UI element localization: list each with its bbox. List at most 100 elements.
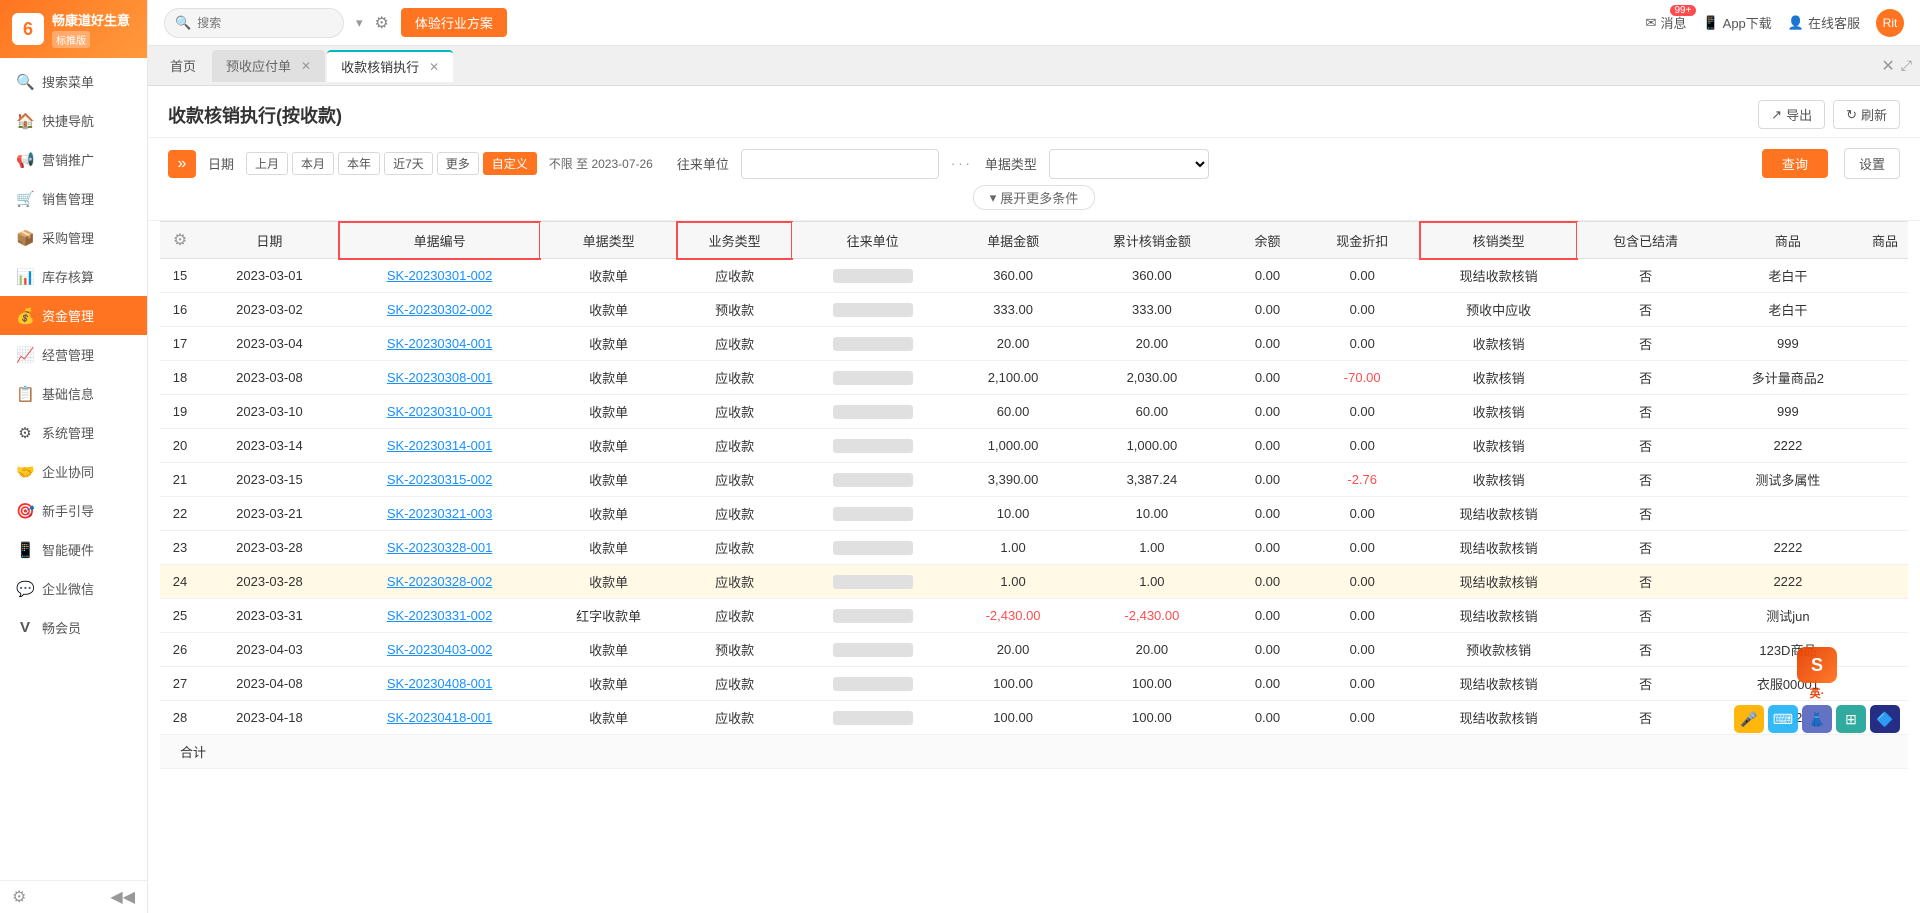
table-row: 16 2023-03-02 SK-20230302-002 收款单 预收款 33… bbox=[160, 293, 1908, 327]
cell-product1: 2222 bbox=[1714, 429, 1862, 463]
sidebar-actions: ⚙ ◀◀ bbox=[0, 880, 147, 913]
tab-collection-close-icon[interactable]: ✕ bbox=[429, 60, 439, 74]
sidebar-item-operations[interactable]: 📈 经营管理 bbox=[0, 335, 147, 374]
col-write-off-type-header[interactable]: 核销类型 bbox=[1420, 222, 1577, 259]
cell-written-off: 10.00 bbox=[1073, 497, 1230, 531]
sidebar-item-purchase[interactable]: 📦 采购管理 bbox=[0, 218, 147, 257]
col-written-off-header[interactable]: 累计核销金额 bbox=[1073, 222, 1230, 259]
cell-partner bbox=[792, 327, 953, 361]
cell-product1: 多计量商品2 bbox=[1714, 361, 1862, 395]
app-download-icon: 📱 bbox=[1702, 15, 1718, 31]
filter-this-month-btn[interactable]: 本月 bbox=[292, 152, 334, 175]
topbar-dropdown-arrow[interactable]: ▾ bbox=[356, 15, 363, 31]
sales-icon: 🛒 bbox=[16, 190, 34, 208]
sidebar-item-basic-info[interactable]: 📋 基础信息 bbox=[0, 374, 147, 413]
cell-product2 bbox=[1862, 565, 1908, 599]
col-bill-no-header[interactable]: 单据编号 bbox=[339, 222, 541, 259]
export-button[interactable]: ↗ 导出 bbox=[1758, 100, 1825, 129]
watermark-icon-shirt[interactable]: 👗 bbox=[1802, 705, 1832, 733]
industry-solution-button[interactable]: 体验行业方案 bbox=[401, 8, 507, 37]
col-bill-type-header[interactable]: 单据类型 bbox=[540, 222, 676, 259]
smart-hardware-icon: 📱 bbox=[16, 541, 34, 559]
col-amount-header[interactable]: 单据金额 bbox=[953, 222, 1073, 259]
cell-bill-no: SK-20230301-002 bbox=[339, 259, 541, 293]
cell-write-off-type: 收款核销 bbox=[1420, 361, 1577, 395]
topbar-app-download-button[interactable]: 📱 App下载 bbox=[1702, 13, 1771, 32]
cell-product1: 老白干 bbox=[1714, 293, 1862, 327]
operations-icon: 📈 bbox=[16, 346, 34, 364]
cell-product1: 老白干 bbox=[1714, 259, 1862, 293]
cell-balance: 0.00 bbox=[1231, 327, 1305, 361]
cell-bill-no: SK-20230302-002 bbox=[339, 293, 541, 327]
tab-expand-icon[interactable]: ⤢ bbox=[1901, 57, 1912, 74]
sidebar-collapse-icon[interactable]: ◀◀ bbox=[110, 887, 135, 907]
cell-write-off-type: 现结收款核销 bbox=[1420, 497, 1577, 531]
marketing-icon: 📢 bbox=[16, 151, 34, 169]
sidebar-item-marketing[interactable]: 📢 营销推广 bbox=[0, 140, 147, 179]
watermark-icon-keyboard[interactable]: ⌨ bbox=[1768, 705, 1798, 733]
sidebar-item-search[interactable]: 🔍 搜索菜单 bbox=[0, 62, 147, 101]
col-balance-header[interactable]: 余额 bbox=[1231, 222, 1305, 259]
col-date-header[interactable]: 日期 bbox=[200, 222, 339, 259]
sidebar-item-system[interactable]: ⚙ 系统管理 bbox=[0, 413, 147, 452]
sidebar-item-inventory[interactable]: 📊 库存核算 bbox=[0, 257, 147, 296]
filter-more-btn[interactable]: 更多 bbox=[437, 152, 479, 175]
sidebar-item-enterprise-wechat[interactable]: 💬 企业微信 bbox=[0, 569, 147, 608]
tab-prepay-close-icon[interactable]: ✕ bbox=[301, 59, 311, 73]
col-cash-discount-header[interactable]: 现金折扣 bbox=[1304, 222, 1420, 259]
col-settings-header[interactable]: ⚙ bbox=[160, 222, 200, 259]
filter-7days-btn[interactable]: 近7天 bbox=[384, 152, 433, 175]
cell-partner bbox=[792, 395, 953, 429]
cell-amount: 2,100.00 bbox=[953, 361, 1073, 395]
cell-cash-discount: 0.00 bbox=[1304, 327, 1420, 361]
sidebar-item-quick-nav[interactable]: 🏠 快捷导航 bbox=[0, 101, 147, 140]
filter-custom-btn[interactable]: 自定义 bbox=[483, 152, 537, 175]
col-product1-header[interactable]: 商品 bbox=[1714, 222, 1862, 259]
refresh-button[interactable]: ↻ 刷新 bbox=[1833, 100, 1900, 129]
topbar-gear-icon[interactable]: ⚙ bbox=[375, 13, 389, 33]
watermark-icon-grid[interactable]: ⊞ bbox=[1836, 705, 1866, 733]
cell-biz-type: 应收款 bbox=[677, 429, 793, 463]
sidebar-item-beginner[interactable]: 🎯 新手引导 bbox=[0, 491, 147, 530]
tab-home-label: 首页 bbox=[170, 56, 196, 75]
tab-collection[interactable]: 收款核销执行 ✕ bbox=[327, 50, 453, 82]
watermark-icon-extra[interactable]: 🔷 bbox=[1870, 705, 1900, 733]
sidebar-item-enterprise-coop[interactable]: 🤝 企业协同 bbox=[0, 452, 147, 491]
filter-this-year-btn[interactable]: 本年 bbox=[338, 152, 380, 175]
sidebar-item-sales[interactable]: 🛒 销售管理 bbox=[0, 179, 147, 218]
filter-expand-button[interactable]: ▾ 展开更多条件 bbox=[973, 185, 1096, 210]
col-biz-type-header[interactable]: 业务类型 bbox=[677, 222, 793, 259]
col-partner-header[interactable]: 往来单位 bbox=[792, 222, 953, 259]
tab-prepay[interactable]: 预收应付单 ✕ bbox=[212, 50, 325, 82]
watermark-icon-mic[interactable]: 🎤 bbox=[1734, 705, 1764, 733]
cell-biz-type: 应收款 bbox=[677, 565, 793, 599]
user-avatar[interactable]: Rit bbox=[1876, 9, 1904, 37]
enterprise-coop-icon: 🤝 bbox=[16, 463, 34, 481]
topbar-search-input[interactable] bbox=[197, 16, 333, 30]
col-product2-header[interactable]: 商品 bbox=[1862, 222, 1908, 259]
topbar-online-service-button[interactable]: 👤 在线客服 bbox=[1788, 13, 1860, 32]
cell-biz-type: 应收款 bbox=[677, 327, 793, 361]
cell-bill-no: SK-20230328-001 bbox=[339, 531, 541, 565]
filter-query-button[interactable]: 查询 bbox=[1762, 149, 1828, 178]
sidebar-settings-icon[interactable]: ⚙ bbox=[12, 887, 26, 907]
filter-bill-type-select[interactable] bbox=[1049, 149, 1209, 179]
filter-partner-input[interactable] bbox=[741, 149, 939, 179]
tab-home[interactable]: 首页 bbox=[156, 50, 210, 82]
topbar-search-box[interactable]: 🔍 bbox=[164, 8, 344, 38]
sidebar-item-vip[interactable]: V 畅会员 bbox=[0, 608, 147, 647]
cell-written-off: 20.00 bbox=[1073, 633, 1230, 667]
cell-partner bbox=[792, 701, 953, 735]
cell-product2 bbox=[1862, 531, 1908, 565]
tab-close-all-icon[interactable]: ✕ bbox=[1881, 56, 1894, 76]
col-included-header[interactable]: 包含已结清 bbox=[1577, 222, 1713, 259]
cell-no: 23 bbox=[160, 531, 200, 565]
sidebar-item-finance[interactable]: 💰 资金管理 bbox=[0, 296, 147, 335]
filter-toggle-button[interactable]: » bbox=[168, 150, 196, 178]
sidebar-item-smart-hardware[interactable]: 📱 智能硬件 bbox=[0, 530, 147, 569]
cell-balance: 0.00 bbox=[1231, 497, 1305, 531]
filter-last-month-btn[interactable]: 上月 bbox=[246, 152, 288, 175]
topbar-message-button[interactable]: ✉ 消息 99+ bbox=[1646, 13, 1687, 32]
filter-settings-button[interactable]: 设置 bbox=[1844, 148, 1900, 179]
cell-biz-type: 预收款 bbox=[677, 293, 793, 327]
